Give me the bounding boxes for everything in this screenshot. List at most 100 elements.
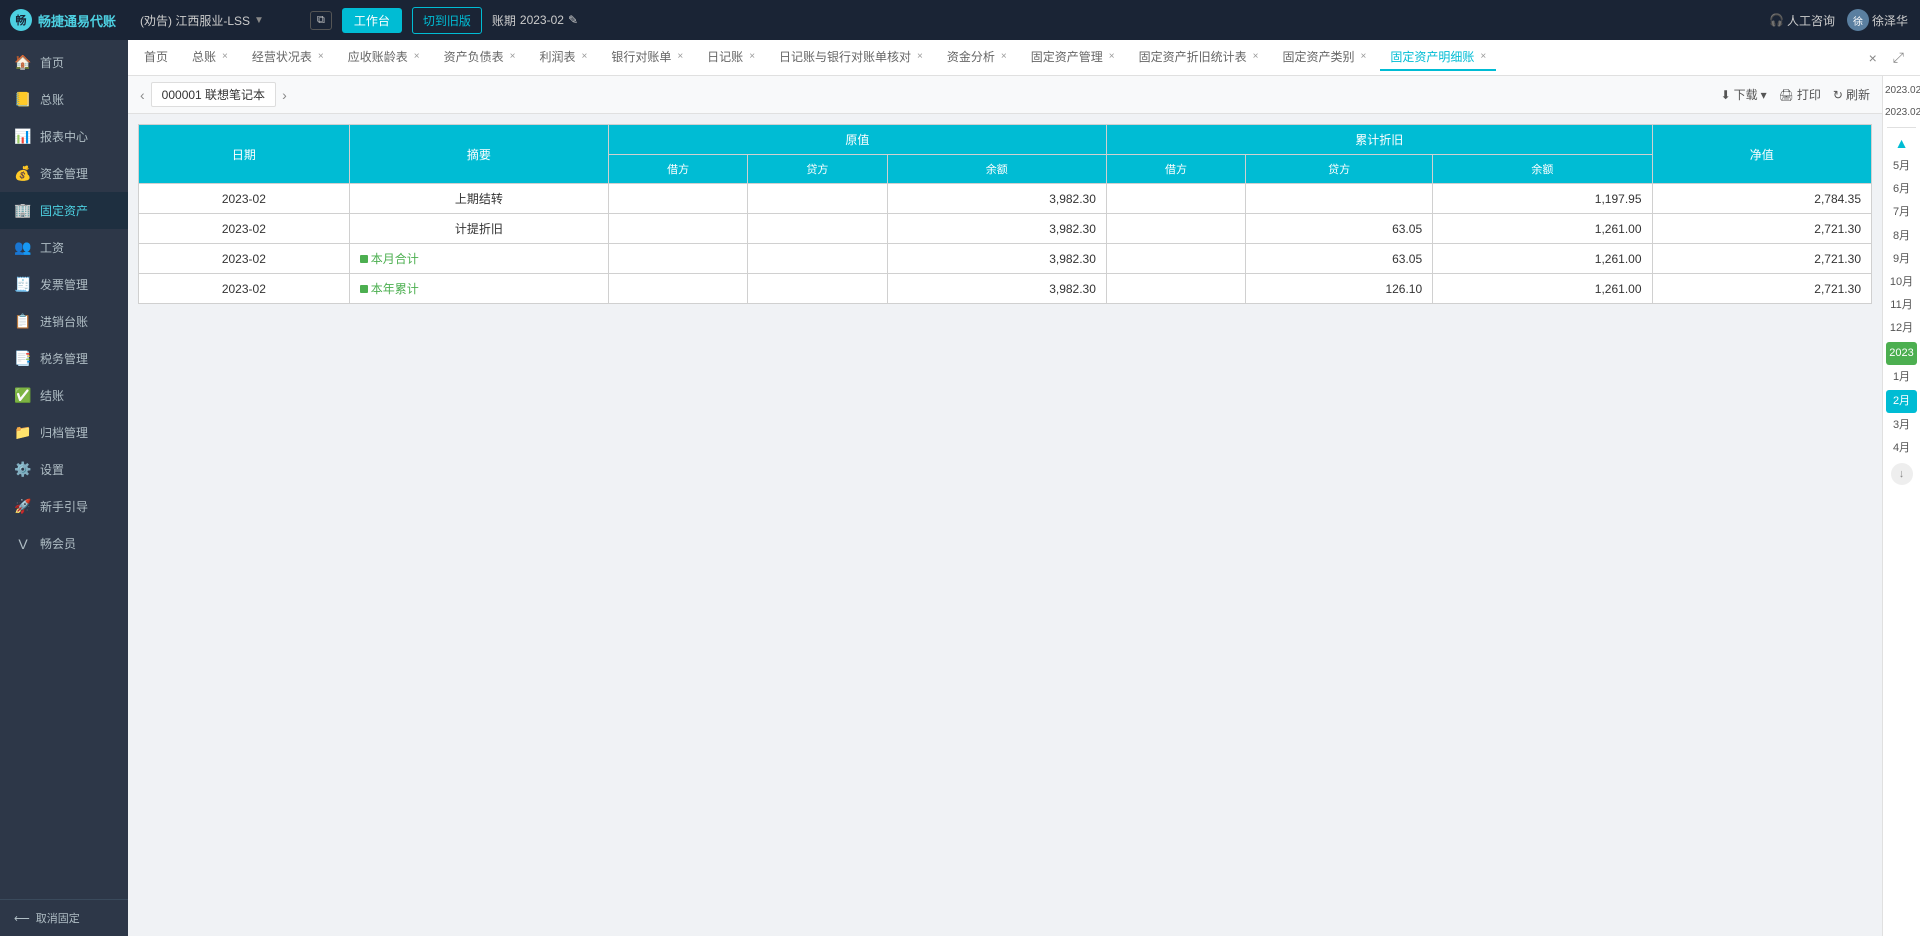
month-2023-4月[interactable]: 4月 [1883,437,1920,460]
col-header-accumulated-depr: 累计折旧 [1106,125,1652,155]
period-selector[interactable]: 账期 2023-02 ✎ [492,12,578,29]
tab-label-fixed-category: 固定资产类别 [1282,48,1354,65]
scroll-down-button[interactable]: ↓ [1891,463,1913,485]
col-sub-orig-debit: 借方 [608,155,747,184]
company-selector[interactable]: (劝告) 江西服业-LSS ▼ [140,12,300,29]
month-2022-12月[interactable]: 12月 [1883,317,1920,340]
month-2022-10月[interactable]: 10月 [1883,271,1920,294]
sidebar-item-invoice[interactable]: 🧾发票管理 [0,266,128,303]
cell-orig-debit [608,244,747,274]
tab-label-receivable: 应收账龄表 [348,48,408,65]
sidebar-label-member: 畅会员 [40,535,76,552]
scroll-up-button[interactable]: ▲ [1893,131,1911,155]
cell-depr-credit: 63.05 [1246,244,1433,274]
month-2023-3月[interactable]: 3月 [1883,414,1920,437]
tab-close-fixed-detail[interactable]: × [1480,51,1486,62]
topbar-right: 🎧 人工咨询 徐 徐泽华 [1769,9,1908,31]
app-name: 畅捷通易代账 [38,11,116,30]
tab-assets-liab[interactable]: 资产负债表× [434,44,526,71]
sidebar-item-tax[interactable]: 📑税务管理 [0,340,128,377]
download-button[interactable]: ⬇ 下载 ▾ [1721,86,1767,103]
cell-net-value: 2,784.35 [1652,184,1871,214]
right-panel: 2023.022023.02 ▲5月6月7月8月9月10月11月12月20231月… [1882,76,1920,936]
tab-journal[interactable]: 日记账× [697,44,765,71]
sidebar-item-checkout[interactable]: ✅结账 [0,377,128,414]
invoice-nav-icon: 🧾 [14,276,32,293]
tab-close-fixed-mgmt[interactable]: × [1109,51,1115,62]
tab-close-fixed-depr-stat[interactable]: × [1253,51,1259,62]
cell-orig-debit [608,184,747,214]
month-2022-9月[interactable]: 9月 [1883,248,1920,271]
sidebar-label-tax: 税务管理 [40,350,88,367]
workbench-button[interactable]: 工作台 [342,8,402,33]
month-2023-2月[interactable]: 2月 [1886,390,1917,413]
tab-close-fund-analysis[interactable]: × [1001,51,1007,62]
copy-company-button[interactable]: ⧉ [310,11,332,30]
expand-tabs-button[interactable]: ⤢ [1889,47,1908,68]
sidebar-item-ledger[interactable]: 📒总账 [0,81,128,118]
refresh-icon: ↻ [1833,88,1843,102]
month-2022-5月[interactable]: 5月 [1883,155,1920,178]
period-ref-0[interactable]: 2023.02 [1883,80,1920,102]
refresh-button[interactable]: ↻ 刷新 [1833,86,1870,103]
sidebar-item-payroll[interactable]: 👥工资 [0,229,128,266]
sidebar-item-reports[interactable]: 📊报表中心 [0,118,128,155]
tab-home[interactable]: 首页 [134,44,178,71]
tab-fixed-depr-stat[interactable]: 固定资产折旧统计表 × [1129,44,1269,71]
cell-date: 2023-02 [139,274,350,304]
tab-ledger[interactable]: 总账× [182,44,238,71]
tab-fund-analysis[interactable]: 资金分析× [937,44,1017,71]
month-2022-11月[interactable]: 11月 [1883,294,1920,317]
tab-close-profit[interactable]: × [581,51,587,62]
company-name: (劝告) 江西服业-LSS [140,12,250,29]
close-all-tabs-button[interactable]: × [1865,48,1881,68]
month-2023-1月[interactable]: 1月 [1883,366,1920,389]
tab-fixed-detail[interactable]: 固定资产明细账× [1380,44,1496,71]
sidebar-item-fund[interactable]: 💰资金管理 [0,155,128,192]
tab-close-bizstatus[interactable]: × [318,51,324,62]
nav-next-button[interactable]: › [282,87,287,103]
print-button[interactable]: 🖨 打印 [1779,86,1821,103]
user-profile-button[interactable]: 徐 徐泽华 [1847,9,1908,31]
nav-prev-button[interactable]: ‹ [140,87,145,103]
cell-orig-balance: 3,982.30 [887,274,1106,304]
cell-summary: 上期结转 [349,184,608,214]
tab-close-ledger[interactable]: × [222,51,228,62]
sidebar-item-archive[interactable]: 📁归档管理 [0,414,128,451]
username-label: 徐泽华 [1872,12,1908,29]
tab-close-bank-stmt[interactable]: × [677,51,683,62]
sidebar-item-settings[interactable]: ⚙️设置 [0,451,128,488]
tab-close-journal-bank[interactable]: × [917,51,923,62]
month-2022-8月[interactable]: 8月 [1883,225,1920,248]
year-2023-label[interactable]: 2023 [1886,342,1917,365]
tab-close-journal[interactable]: × [749,51,755,62]
period-ref-1[interactable]: 2023.02 [1883,102,1920,124]
unpin-icon: ⟵ [14,912,30,925]
tab-fixed-mgmt[interactable]: 固定资产管理× [1021,44,1125,71]
switch-version-button[interactable]: 切到旧版 [412,7,482,34]
sidebar-item-guide[interactable]: 🚀新手引导 [0,488,128,525]
tab-label-profit: 利润表 [539,48,575,65]
cell-depr-balance: 1,261.00 [1433,214,1652,244]
month-2022-6月[interactable]: 6月 [1883,178,1920,201]
cell-orig-balance: 3,982.30 [887,244,1106,274]
month-2022-7月[interactable]: 7月 [1883,201,1920,224]
sidebar-item-home[interactable]: 🏠首页 [0,44,128,81]
tab-bank-stmt[interactable]: 银行对账单× [601,44,693,71]
sidebar-item-member[interactable]: V畅会员 [0,525,128,562]
tab-close-fixed-category[interactable]: × [1360,51,1366,62]
tab-profit[interactable]: 利润表 × [529,44,597,71]
sidebar-footer[interactable]: ⟵ 取消固定 [0,899,128,936]
tab-label-fixed-depr-stat: 固定资产折旧统计表 [1139,48,1247,65]
tab-close-receivable[interactable]: × [414,51,420,62]
tabbar-actions: × ⤢ [1865,47,1914,68]
cell-depr-credit [1246,184,1433,214]
customer-service-button[interactable]: 🎧 人工咨询 [1769,12,1835,29]
sidebar-item-sales-purchase[interactable]: 📋进销台账 [0,303,128,340]
tab-bizstatus[interactable]: 经营状况表× [242,44,334,71]
tab-receivable[interactable]: 应收账龄表 × [338,44,430,71]
tab-close-assets-liab[interactable]: × [510,51,516,62]
tab-fixed-category[interactable]: 固定资产类别 × [1272,44,1376,71]
sidebar-item-fixed-assets[interactable]: 🏢固定资产 [0,192,128,229]
tab-journal-bank[interactable]: 日记账与银行对账单核对× [769,44,933,71]
